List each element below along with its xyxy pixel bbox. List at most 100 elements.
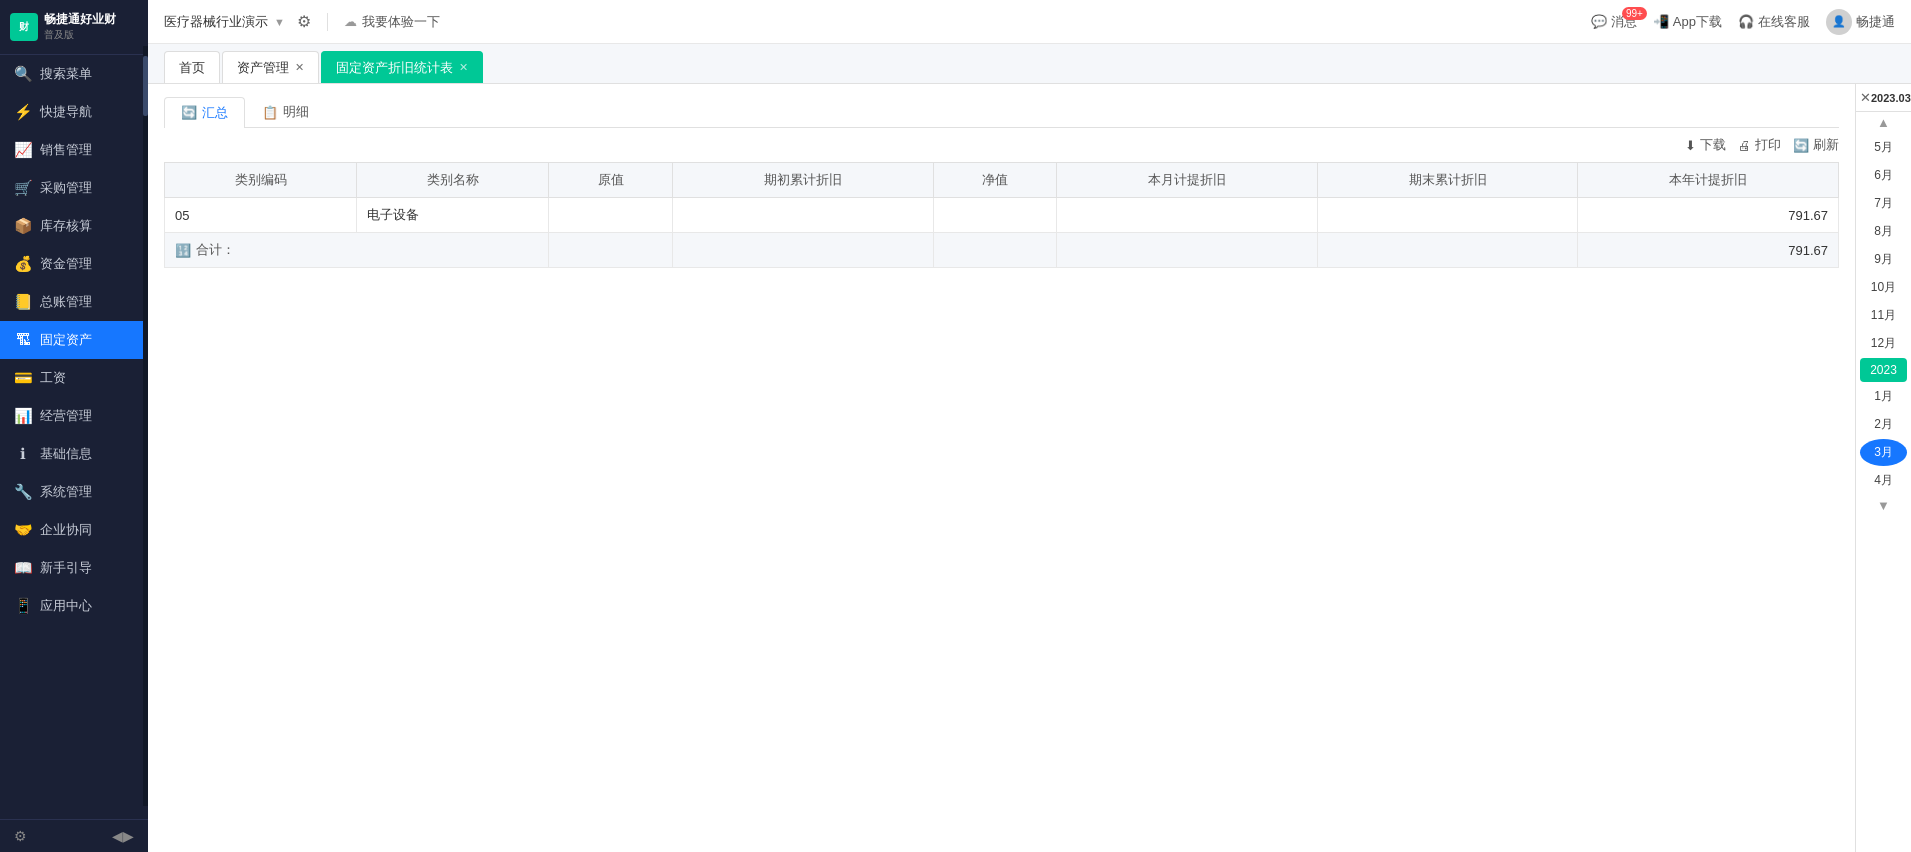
date-month-12[interactable]: 12月 (1860, 330, 1907, 357)
tab-asset-management[interactable]: 资产管理 ✕ (222, 51, 319, 83)
payroll-icon: 💳 (14, 369, 32, 387)
date-month-7[interactable]: 7月 (1860, 190, 1907, 217)
date-panel-close-icon[interactable]: ✕ (1860, 90, 1871, 105)
sidebar-label-quick-nav: 快捷导航 (40, 103, 92, 121)
tab-home[interactable]: 首页 (164, 51, 220, 83)
download-icon: 📲 (1653, 14, 1669, 29)
app-version: 普及版 (44, 28, 116, 42)
sidebar-label-search: 搜索菜单 (40, 65, 92, 83)
date-nav-up[interactable]: ▲ (1856, 112, 1911, 133)
row-net-value (933, 198, 1057, 233)
date-month-6[interactable]: 6月 (1860, 162, 1907, 189)
tab-depreciation-close[interactable]: ✕ (459, 61, 468, 74)
tab-asset-close[interactable]: ✕ (295, 61, 304, 74)
customer-service-button[interactable]: 🎧 在线客服 (1738, 13, 1810, 31)
detail-tab-icon: 📋 (262, 105, 278, 120)
date-nav-down[interactable]: ▼ (1856, 495, 1911, 516)
report-toolbar: ⬇ 下载 🖨 打印 🔄 刷新 (164, 128, 1839, 162)
app-center-icon: 📱 (14, 597, 32, 615)
sub-tab-summary-label: 汇总 (202, 104, 228, 122)
col-header-initial-depr: 期初累计折旧 (672, 163, 933, 198)
summary-annual-depr: 791.67 (1578, 233, 1839, 268)
row-original (549, 198, 673, 233)
sidebar-item-system[interactable]: 🔧 系统管理 (0, 473, 148, 511)
sidebar-item-operations[interactable]: 📊 经营管理 (0, 397, 148, 435)
fixed-assets-icon: 🏗 (14, 331, 32, 348)
date-month-1[interactable]: 1月 (1860, 383, 1907, 410)
date-panel-title: 2023.03 (1871, 92, 1911, 104)
sidebar-item-guide[interactable]: 📖 新手引导 (0, 549, 148, 587)
experience-button[interactable]: ☁ 我要体验一下 (344, 13, 440, 31)
sub-tab-summary[interactable]: 🔄 汇总 (164, 97, 245, 128)
refresh-icon: 🔄 (1793, 138, 1809, 153)
tab-bar: 首页 资产管理 ✕ 固定资产折旧统计表 ✕ (148, 44, 1911, 84)
sidebar-item-inventory[interactable]: 📦 库存核算 (0, 207, 148, 245)
download-label: 下载 (1700, 136, 1726, 154)
user-profile-button[interactable]: 👤 畅捷通 (1826, 9, 1895, 35)
settings-footer-icon[interactable]: ⚙ (14, 828, 27, 844)
sidebar-item-quick-nav[interactable]: ⚡ 快捷导航 (0, 93, 148, 131)
messages-button[interactable]: 💬 消息 99+ (1591, 13, 1637, 31)
row-period-end-depr (1317, 198, 1578, 233)
table-row: 05 电子设备 791.67 (165, 198, 1839, 233)
print-button[interactable]: 🖨 打印 (1738, 136, 1781, 154)
summary-monthly-depr (1057, 233, 1318, 268)
refresh-label: 刷新 (1813, 136, 1839, 154)
sidebar-item-payroll[interactable]: 💳 工资 (0, 359, 148, 397)
guide-icon: 📖 (14, 559, 32, 577)
download-button[interactable]: ⬇ 下载 (1685, 136, 1726, 154)
company-selector[interactable]: 医疗器械行业演示 ▼ (164, 13, 285, 31)
date-month-9[interactable]: 9月 (1860, 246, 1907, 273)
topbar: 医疗器械行业演示 ▼ ⚙ ☁ 我要体验一下 💬 消息 99+ 📲 App下载 🎧… (148, 0, 1911, 44)
date-month-3-active[interactable]: 3月 (1860, 439, 1907, 466)
refresh-button[interactable]: 🔄 刷新 (1793, 136, 1839, 154)
sidebar-item-sales[interactable]: 📈 销售管理 (0, 131, 148, 169)
col-header-annual-depr: 本年计提折旧 (1578, 163, 1839, 198)
sub-tab-detail[interactable]: 📋 明细 (245, 96, 326, 127)
report-panel: 🔄 汇总 📋 明细 ⬇ 下载 🖨 打印 🔄 (148, 84, 1855, 852)
col-header-code: 类别编码 (165, 163, 357, 198)
date-month-4[interactable]: 4月 (1860, 467, 1907, 494)
row-annual-depr: 791.67 (1578, 198, 1839, 233)
app-logo: 财 (10, 13, 38, 41)
sidebar-item-ledger[interactable]: 📒 总账管理 (0, 283, 148, 321)
sidebar-item-corp-collab[interactable]: 🤝 企业协同 (0, 511, 148, 549)
search-icon: 🔍 (14, 65, 32, 83)
lightning-icon: ⚡ (14, 103, 32, 121)
sidebar-label-ledger: 总账管理 (40, 293, 92, 311)
ledger-icon: 📒 (14, 293, 32, 311)
sidebar-label-guide: 新手引导 (40, 559, 92, 577)
col-header-period-end-depr: 期末累计折旧 (1317, 163, 1578, 198)
date-panel-scroll[interactable]: ▲ 5月 6月 7月 8月 9月 10月 11月 12月 2023 1月 2月 … (1856, 112, 1911, 852)
operations-icon: 📊 (14, 407, 32, 425)
system-icon: 🔧 (14, 483, 32, 501)
sidebar-item-app-center[interactable]: 📱 应用中心 (0, 587, 148, 625)
sidebar-item-purchase[interactable]: 🛒 采购管理 (0, 169, 148, 207)
row-name: 电子设备 (357, 198, 549, 233)
cloud-icon: ☁ (344, 14, 357, 29)
sidebar-item-fixed-assets[interactable]: 🏗 固定资产 (0, 321, 148, 359)
user-name: 畅捷通 (1856, 13, 1895, 31)
date-month-2[interactable]: 2月 (1860, 411, 1907, 438)
app-name: 畅捷通好业财 (44, 12, 116, 28)
service-icon: 🎧 (1738, 14, 1754, 29)
sub-tabs: 🔄 汇总 📋 明细 (164, 96, 1839, 128)
sidebar-label-app-center: 应用中心 (40, 597, 92, 615)
topbar-divider (327, 13, 328, 31)
tab-depreciation-report[interactable]: 固定资产折旧统计表 ✕ (321, 51, 483, 83)
sidebar-item-finance[interactable]: 💰 资金管理 (0, 245, 148, 283)
app-download-button[interactable]: 📲 App下载 (1653, 13, 1722, 31)
date-month-8[interactable]: 8月 (1860, 218, 1907, 245)
sidebar-item-search[interactable]: 🔍 搜索菜单 (0, 55, 148, 93)
tab-home-label: 首页 (179, 59, 205, 77)
date-year-2023[interactable]: 2023 (1860, 358, 1907, 382)
topbar-settings-icon[interactable]: ⚙ (297, 12, 311, 31)
collapse-icon[interactable]: ◀▶ (112, 828, 134, 844)
date-month-5[interactable]: 5月 (1860, 134, 1907, 161)
tab-asset-label: 资产管理 (237, 59, 289, 77)
sidebar-label-payroll: 工资 (40, 369, 66, 387)
sidebar-item-basic-info[interactable]: ℹ 基础信息 (0, 435, 148, 473)
date-month-11[interactable]: 11月 (1860, 302, 1907, 329)
sidebar-scroll: 🔍 搜索菜单 ⚡ 快捷导航 📈 销售管理 🛒 采购管理 📦 库存核算 💰 资金管… (0, 55, 148, 819)
date-month-10[interactable]: 10月 (1860, 274, 1907, 301)
